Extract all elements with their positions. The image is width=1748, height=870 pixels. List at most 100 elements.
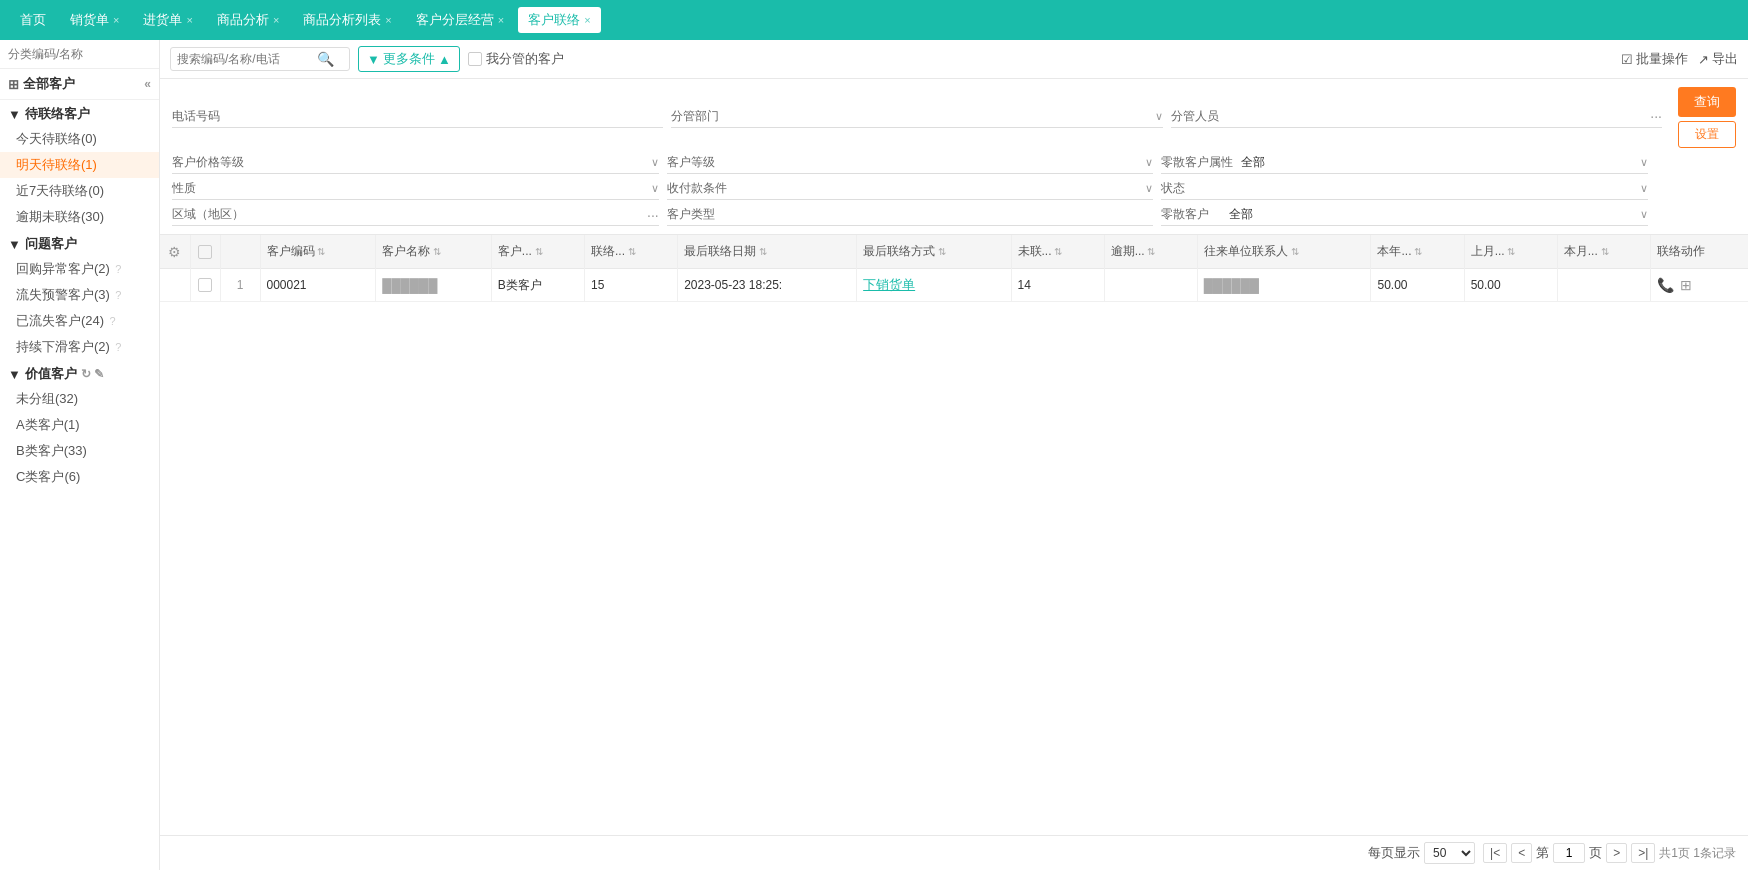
sidebar-search-area: 🔍 [0, 40, 159, 69]
sidebar-class-a[interactable]: A类客户(1) [0, 412, 159, 438]
sidebar-churned[interactable]: 已流失客户(24) ? [0, 308, 159, 334]
nav-product-analysis[interactable]: 商品分析 × [207, 7, 289, 33]
collapse-icon[interactable]: « [144, 77, 151, 91]
edit-icon[interactable]: ✎ [94, 367, 104, 381]
th-customer-name[interactable]: 客户名称 [376, 235, 492, 269]
th-this-year[interactable]: 本年... [1371, 235, 1464, 269]
sidebar-tomorrow-pending[interactable]: 明天待联络(1) [0, 152, 159, 178]
sidebar-pending-title[interactable]: ▼ 待联络客户 [0, 100, 159, 126]
nav-close-purchase[interactable]: × [186, 14, 192, 26]
table-row: 1 000021 ██████ B类客户 15 2023-05-23 18:25… [160, 269, 1748, 302]
page-size-select[interactable]: 50 100 200 [1424, 842, 1475, 864]
funnel-icon: ▼ [367, 52, 380, 67]
row-this-year: 50.00 [1371, 269, 1464, 302]
sidebar-search-input[interactable] [8, 47, 158, 61]
nav-product-list[interactable]: 商品分析列表 × [293, 7, 401, 33]
payment-dropdown-icon[interactable]: ∨ [1145, 182, 1153, 195]
sidebar-7day-pending[interactable]: 近7天待联络(0) [0, 178, 159, 204]
nav-close-customer-tier[interactable]: × [498, 14, 504, 26]
nav-customer-contact[interactable]: 客户联络 × [518, 7, 600, 33]
sidebar-class-b[interactable]: B类客户(33) [0, 438, 159, 464]
my-customers-checkbox-wrap[interactable]: 我分管的客户 [468, 50, 564, 68]
expand-icon-3: ▼ [8, 367, 21, 382]
level-dropdown-icon[interactable]: ∨ [1145, 156, 1153, 169]
customer-level-field: 客户等级 ∨ [667, 154, 1154, 174]
sidebar-today-pending[interactable]: 今天待联络(0) [0, 126, 159, 152]
set-button[interactable]: 设置 [1678, 121, 1736, 148]
th-this-month[interactable]: 本月... [1557, 235, 1650, 269]
advanced-filter-panel: 电话号码 分管部门 ∨ 分管人员 ··· 查询 设置 [160, 79, 1748, 235]
person-dots-btn[interactable]: ··· [1650, 108, 1662, 124]
sidebar-overdue-pending[interactable]: 逾期未联络(30) [0, 204, 159, 230]
nav-home[interactable]: 首页 [10, 7, 56, 33]
th-contact-count[interactable]: 联络... [584, 235, 677, 269]
sidebar-class-c[interactable]: C类客户(6) [0, 464, 159, 490]
batch-op-button[interactable]: ☑ 批量操作 [1621, 50, 1688, 68]
page-input[interactable] [1553, 843, 1585, 863]
settings-icon[interactable]: ⚙ [168, 244, 181, 260]
row-customer-code: 000021 [260, 269, 376, 302]
th-overdue[interactable]: 逾期... [1104, 235, 1197, 269]
filter-row-2: 客户价格等级 ∨ 客户等级 ∨ 零散客户属性 全部 ∨ [172, 154, 1736, 174]
more-filter-button[interactable]: ▼ 更多条件 ▲ [358, 46, 460, 72]
retail-attr-dropdown-icon[interactable]: ∨ [1640, 156, 1648, 169]
dept-dropdown-icon[interactable]: ∨ [1155, 110, 1163, 123]
sidebar-declining[interactable]: 持续下滑客户(2) ? [0, 334, 159, 360]
th-not-contact[interactable]: 未联... [1011, 235, 1104, 269]
sidebar-ungrouped[interactable]: 未分组(32) [0, 386, 159, 412]
content-area: 🔍 ▼ 更多条件 ▲ 我分管的客户 ☑ 批量操作 ↗ 导出 [160, 40, 1748, 870]
contact-action-icon[interactable]: 📞 [1657, 277, 1674, 293]
nav-close-customer-contact[interactable]: × [584, 14, 590, 26]
sidebar-value-title[interactable]: ▼ 价值客户 ↻ ✎ [0, 360, 159, 386]
sidebar-churn-warning[interactable]: 流失预警客户(3) ? [0, 282, 159, 308]
next-page-btn[interactable]: > [1606, 843, 1627, 863]
row-last-month: 50.00 [1464, 269, 1557, 302]
footer: 每页显示 50 100 200 |< < 第 页 > >| 共1页 1条记录 [160, 835, 1748, 870]
area-dots-btn[interactable]: ··· [647, 207, 659, 223]
nav-close-sales[interactable]: × [113, 14, 119, 26]
last-page-btn[interactable]: >| [1631, 843, 1655, 863]
th-last-contact-method[interactable]: 最后联络方式 [857, 235, 1011, 269]
sidebar: 🔍 ⊞ 全部客户 « ▼ 待联络客户 今天待联络(0) 明天待联络(1) 近7天… [0, 40, 160, 870]
nav-close-product-analysis[interactable]: × [273, 14, 279, 26]
payment-field: 收付款条件 ∨ [667, 180, 1154, 200]
sidebar-abnormal-repurchase[interactable]: 回购异常客户(2) ? [0, 256, 159, 282]
main-search-icon[interactable]: 🔍 [317, 51, 334, 67]
th-last-contact-date[interactable]: 最后联络日期 [678, 235, 857, 269]
nav-close-product-list[interactable]: × [385, 14, 391, 26]
dept-field: 分管部门 ∨ [671, 108, 1162, 128]
expand-icon-2: ▼ [8, 237, 21, 252]
first-page-btn[interactable]: |< [1483, 843, 1507, 863]
refresh-icon[interactable]: ↻ [81, 367, 91, 381]
nav-purchase[interactable]: 进货单 × [133, 7, 202, 33]
th-customer-code[interactable]: 客户编码 [260, 235, 376, 269]
row-checkbox[interactable] [198, 278, 212, 292]
query-button[interactable]: 查询 [1678, 87, 1736, 117]
row-this-month [1557, 269, 1650, 302]
retail-customer-field: 零散客户 全部 ∨ [1161, 206, 1648, 226]
price-dropdown-icon[interactable]: ∨ [651, 156, 659, 169]
retail-customer-dropdown-icon[interactable]: ∨ [1640, 208, 1648, 221]
sidebar-problem-title[interactable]: ▼ 问题客户 [0, 230, 159, 256]
th-num [220, 235, 260, 269]
more-action-icon[interactable]: ⊞ [1680, 277, 1692, 293]
th-last-month[interactable]: 上月... [1464, 235, 1557, 269]
gender-dropdown-icon[interactable]: ∨ [651, 182, 659, 195]
nav-sales-order[interactable]: 销货单 × [60, 7, 129, 33]
person-field: 分管人员 ··· [1171, 108, 1662, 128]
nav-customer-tier[interactable]: 客户分层经营 × [406, 7, 514, 33]
header-checkbox[interactable] [198, 245, 212, 259]
main-search-input[interactable] [177, 52, 317, 66]
export-button[interactable]: ↗ 导出 [1698, 50, 1738, 68]
right-actions: ☑ 批量操作 ↗ 导出 [1621, 50, 1738, 68]
th-unit-contact[interactable]: 往来单位联系人 [1197, 235, 1371, 269]
main-layout: 🔍 ⊞ 全部客户 « ▼ 待联络客户 今天待联络(0) 明天待联络(1) 近7天… [0, 40, 1748, 870]
status-dropdown-icon[interactable]: ∨ [1640, 182, 1648, 195]
retail-attr-field: 零散客户属性 全部 ∨ [1161, 154, 1648, 174]
th-customer-type[interactable]: 客户... [491, 235, 584, 269]
sidebar-all-customers[interactable]: ⊞ 全部客户 « [0, 69, 159, 100]
prev-page-btn[interactable]: < [1511, 843, 1532, 863]
row-settings [160, 269, 190, 302]
my-customers-checkbox[interactable] [468, 52, 482, 66]
row-customer-name: ██████ [376, 269, 492, 302]
